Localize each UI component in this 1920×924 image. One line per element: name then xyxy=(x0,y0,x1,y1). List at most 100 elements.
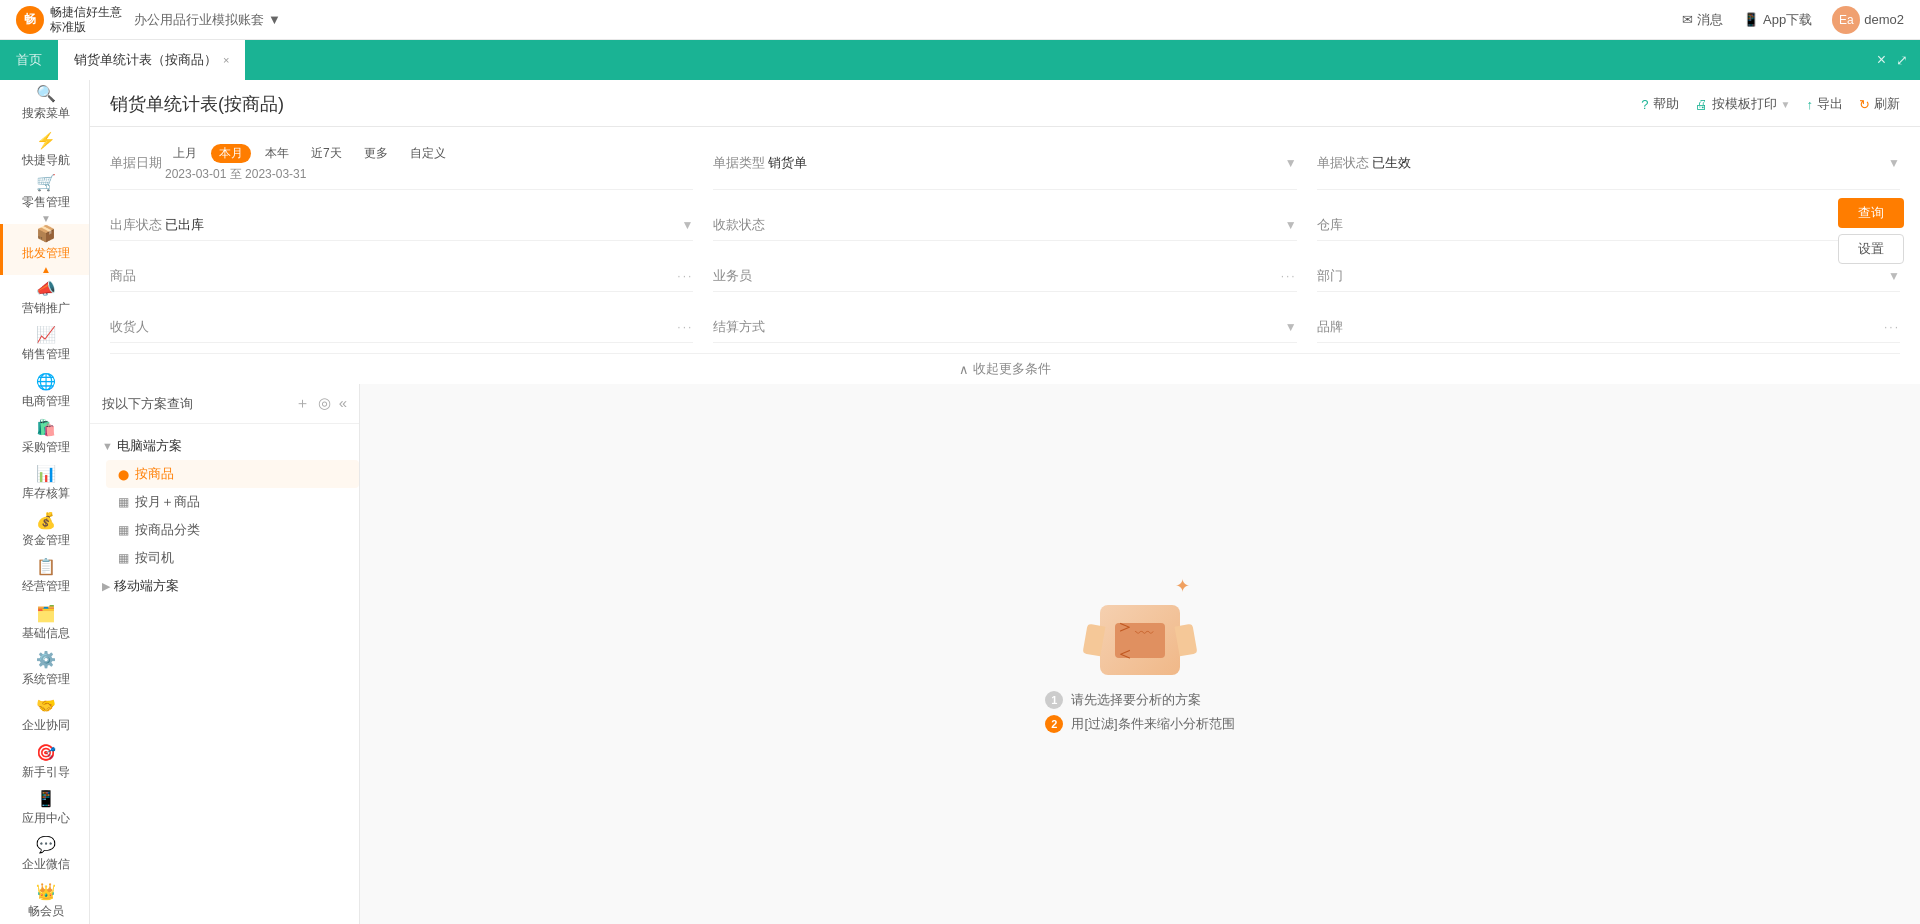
sidebar-item-newbie[interactable]: 🎯 新手引导 xyxy=(0,739,89,785)
goods-dots[interactable]: ··· xyxy=(677,269,693,283)
operation-icon: 📋 xyxy=(36,557,56,576)
edit-scheme-btn[interactable]: ◎ xyxy=(318,394,331,413)
filter-brand: 品牌 ··· xyxy=(1317,312,1900,343)
filter-doc-status: 单据状态 已生效 ▼ xyxy=(1317,137,1900,190)
filter-doc-type: 单据类型 销货单 ▼ xyxy=(713,137,1296,190)
system-icon: ⚙️ xyxy=(36,650,56,669)
ecommerce-icon: 🌐 xyxy=(36,372,56,391)
tree-leaf-by-goods[interactable]: ⬤ 按商品 xyxy=(106,460,359,488)
filter-section: 单据日期 上月 本月 本年 近7天 更多 自定义 2023-03-01 至 20… xyxy=(90,127,1920,384)
mobile-icon: 📱 xyxy=(1743,12,1759,27)
tree-group-mobile-label[interactable]: ▶ 移动端方案 xyxy=(90,572,359,600)
employee-dots[interactable]: ··· xyxy=(1281,269,1297,283)
tree-leaf-by-cashier[interactable]: ▦ 按司机 xyxy=(106,544,359,572)
empty-tip-1: 1 请先选择要分析的方案 xyxy=(1045,691,1234,709)
print-arrow: ▼ xyxy=(1781,99,1791,110)
logo: 畅 畅捷信好生意 标准版 xyxy=(16,5,122,34)
cooperation-icon: 🤝 xyxy=(36,696,56,715)
doc-status-dropdown[interactable]: ▼ xyxy=(1888,156,1900,170)
date-cur-month[interactable]: 本月 xyxy=(211,144,251,163)
left-panel-title: 按以下方案查询 xyxy=(102,395,193,413)
logo-icon: 畅 xyxy=(16,6,44,34)
refresh-btn[interactable]: ↻ 刷新 xyxy=(1859,95,1900,113)
tree-group-pc-label[interactable]: ▼ 电脑端方案 xyxy=(90,432,359,460)
sidebar-item-operation[interactable]: 📋 经营管理 xyxy=(0,553,89,599)
mobile-group-arrow: ▶ xyxy=(102,580,110,593)
out-status-dropdown[interactable]: ▼ xyxy=(681,218,693,232)
by-month-goods-icon: ▦ xyxy=(118,495,129,509)
brand-dots[interactable]: ··· xyxy=(1884,320,1900,334)
filter-employee: 业务员 ··· xyxy=(713,261,1296,292)
retail-arrow: ▼ xyxy=(41,213,51,224)
collapse-panel-btn[interactable]: « xyxy=(339,394,347,413)
tree-leaf-by-category[interactable]: ▦ 按商品分类 xyxy=(106,516,359,544)
by-cashier-icon: ▦ xyxy=(118,551,129,565)
filter-settle: 结算方式 ▼ xyxy=(713,312,1296,343)
sidebar-item-sales[interactable]: 📈 销售管理 xyxy=(0,321,89,367)
filter-date: 单据日期 上月 本月 本年 近7天 更多 自定义 2023-03-01 至 20… xyxy=(110,137,693,190)
sidebar-item-weixin[interactable]: 💬 企业微信 xyxy=(0,831,89,877)
sidebar-item-wholesale[interactable]: 📦 批发管理 ▲ xyxy=(0,224,89,275)
date-7days[interactable]: 近7天 xyxy=(303,143,350,164)
sidebar-item-purchase[interactable]: 🛍️ 采购管理 xyxy=(0,414,89,460)
sidebar-item-shortcut[interactable]: ⚡ 快捷导航 xyxy=(0,126,89,172)
query-button[interactable]: 查询 xyxy=(1838,198,1904,228)
print-btn[interactable]: 🖨 按模板打印 ▼ xyxy=(1695,95,1791,113)
sidebar-item-appcenter[interactable]: 📱 应用中心 xyxy=(0,785,89,831)
messages-btn[interactable]: ✉ 消息 xyxy=(1682,11,1723,29)
doc-type-dropdown[interactable]: ▼ xyxy=(1285,156,1297,170)
setting-button[interactable]: 设置 xyxy=(1838,234,1904,264)
tab-expand-btn[interactable]: ⤢ xyxy=(1896,52,1908,68)
wing-right xyxy=(1175,624,1198,657)
print-icon: 🖨 xyxy=(1695,97,1708,112)
app-download-btn[interactable]: 📱 App下载 xyxy=(1743,11,1812,29)
collapse-btn[interactable]: ∧ 收起更多条件 xyxy=(110,353,1900,384)
sidebar-item-retail[interactable]: 🛒 零售管理 ▼ xyxy=(0,173,89,224)
sidebar-item-marketing[interactable]: 📣 营销推广 xyxy=(0,275,89,321)
sidebar-item-system[interactable]: ⚙️ 系统管理 xyxy=(0,646,89,692)
message-icon: ✉ xyxy=(1682,12,1693,27)
collect-status-dropdown[interactable]: ▼ xyxy=(1285,218,1297,232)
inventory-icon: 📊 xyxy=(36,464,56,483)
date-year[interactable]: 本年 xyxy=(257,143,297,164)
add-scheme-btn[interactable]: ＋ xyxy=(295,394,310,413)
sidebar-item-finance[interactable]: 💰 资金管理 xyxy=(0,507,89,553)
tree-leaf-by-month-goods[interactable]: ▦ 按月＋商品 xyxy=(106,488,359,516)
basic-icon: 🗂️ xyxy=(36,604,56,623)
tip-num-1: 1 xyxy=(1045,691,1063,709)
export-btn[interactable]: ↑ 导出 xyxy=(1807,95,1844,113)
user-profile[interactable]: Ea demo2 xyxy=(1832,6,1904,34)
sidebar-item-basic[interactable]: 🗂️ 基础信息 xyxy=(0,599,89,645)
refresh-icon: ↻ xyxy=(1859,97,1870,112)
help-btn[interactable]: ? 帮助 xyxy=(1641,95,1678,113)
sidebar-item-search[interactable]: 🔍 搜索菜单 xyxy=(0,80,89,126)
export-icon: ↑ xyxy=(1807,97,1814,112)
sidebar-item-member[interactable]: 👑 畅会员 xyxy=(0,878,89,924)
left-panel: 按以下方案查询 ＋ ◎ « ▼ 电脑端方案 xyxy=(90,384,360,924)
date-custom[interactable]: 自定义 xyxy=(402,143,454,164)
by-goods-icon: ⬤ xyxy=(118,469,129,480)
tab-close-btn[interactable]: × xyxy=(223,54,229,66)
tab-home[interactable]: 首页 xyxy=(0,40,58,80)
weixin-icon: 💬 xyxy=(36,835,56,854)
tab-report[interactable]: 销货单统计表（按商品） × xyxy=(58,40,245,80)
date-prev-month[interactable]: 上月 xyxy=(165,143,205,164)
date-range: 2023-03-01 至 2023-03-31 xyxy=(165,166,306,183)
date-more[interactable]: 更多 xyxy=(356,143,396,164)
empty-tip-2: 2 用[过滤]条件来缩小分析范围 xyxy=(1045,715,1234,733)
avatar: Ea xyxy=(1832,6,1860,34)
right-content: ✦ ＞﹏＜ xyxy=(360,384,1920,924)
filter-collect-status: 收款状态 ▼ xyxy=(713,210,1296,241)
by-category-icon: ▦ xyxy=(118,523,129,537)
filter-out-status: 出库状态 已出库 ▼ xyxy=(110,210,693,241)
help-icon: ? xyxy=(1641,97,1648,112)
breadcrumb: 办公用品行业模拟账套 ▼ xyxy=(134,11,281,29)
settle-dropdown[interactable]: ▼ xyxy=(1285,320,1297,334)
sidebar-item-ecommerce[interactable]: 🌐 电商管理 xyxy=(0,368,89,414)
sidebar-item-cooperation[interactable]: 🤝 企业协同 xyxy=(0,692,89,738)
dept-dropdown[interactable]: ▼ xyxy=(1888,269,1900,283)
face-icon: ＞﹏＜ xyxy=(1115,613,1165,667)
receiver-dots[interactable]: ··· xyxy=(677,320,693,334)
sidebar-item-inventory[interactable]: 📊 库存核算 xyxy=(0,460,89,506)
tab-close-window[interactable]: × xyxy=(1877,51,1886,69)
